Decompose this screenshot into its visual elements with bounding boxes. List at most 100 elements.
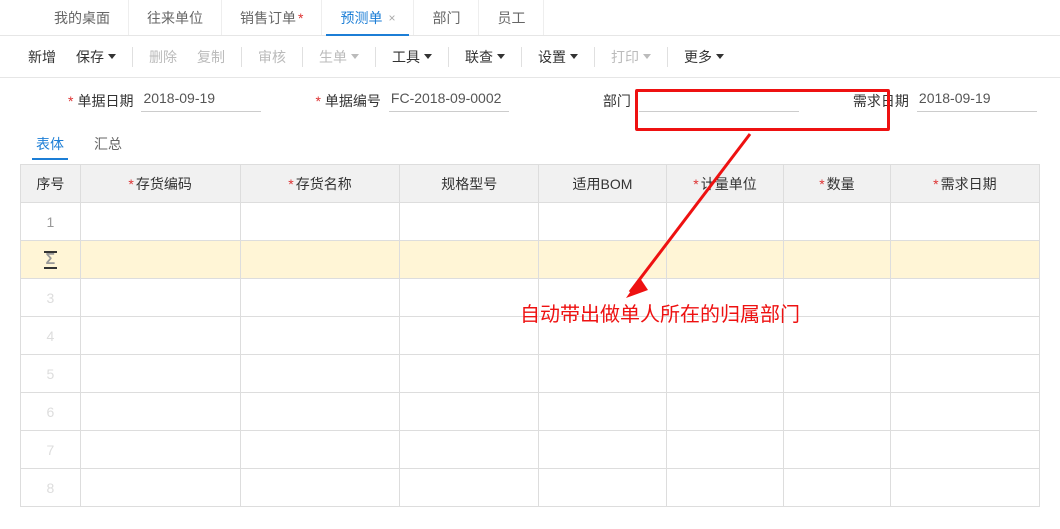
table-cell[interactable] (400, 355, 539, 393)
table-cell[interactable]: Σ (21, 241, 81, 279)
table-row[interactable]: 6 (21, 393, 1040, 431)
column-header[interactable]: 适用BOM (539, 165, 667, 203)
tab-3[interactable]: 预测单× (322, 0, 414, 35)
table-cell[interactable] (240, 469, 400, 507)
field-require-date[interactable]: 需求日期 2018-09-19 (853, 90, 1037, 112)
table-row[interactable]: 7 (21, 431, 1040, 469)
table-cell[interactable]: 3 (21, 279, 81, 317)
table-cell[interactable] (784, 203, 891, 241)
field-bill-code[interactable]: * 单据编号 FC-2018-09-0002 (315, 90, 508, 112)
table-row[interactable]: 8 (21, 469, 1040, 507)
table-cell[interactable] (890, 279, 1039, 317)
table-cell[interactable] (784, 355, 891, 393)
column-header[interactable]: *存货名称 (240, 165, 400, 203)
column-label: 存货名称 (296, 176, 352, 192)
table-cell[interactable] (400, 393, 539, 431)
table-cell[interactable] (240, 393, 400, 431)
table-cell[interactable] (890, 317, 1039, 355)
table-cell[interactable] (890, 393, 1039, 431)
table-cell[interactable] (666, 469, 783, 507)
table-cell[interactable] (890, 203, 1039, 241)
table-cell[interactable] (240, 279, 400, 317)
table-cell[interactable] (400, 241, 539, 279)
tab-0[interactable]: 我的桌面 (36, 0, 129, 35)
table-cell[interactable] (240, 317, 400, 355)
table-cell[interactable]: 6 (21, 393, 81, 431)
table-cell[interactable]: 4 (21, 317, 81, 355)
table-cell[interactable] (890, 469, 1039, 507)
table-cell[interactable] (240, 203, 400, 241)
table-cell[interactable] (240, 355, 400, 393)
subtab-0[interactable]: 表体 (36, 124, 64, 164)
tab-4[interactable]: 部门 (414, 0, 479, 35)
tab-2[interactable]: 销售订单* (222, 0, 322, 35)
tab-5[interactable]: 员工 (479, 0, 544, 35)
table-cell[interactable]: 7 (21, 431, 81, 469)
toolbar-新增[interactable]: 新增 (18, 36, 66, 77)
toolbar-设置[interactable]: 设置 (528, 36, 588, 77)
table-cell[interactable] (784, 241, 891, 279)
table-cell[interactable] (80, 469, 240, 507)
field-bill-date[interactable]: * 单据日期 2018-09-19 (68, 90, 261, 112)
table-cell[interactable] (539, 203, 667, 241)
table-cell[interactable] (400, 203, 539, 241)
column-header[interactable]: *需求日期 (890, 165, 1039, 203)
table-cell[interactable] (400, 279, 539, 317)
table-cell[interactable] (240, 431, 400, 469)
table-cell[interactable] (539, 469, 667, 507)
table-cell[interactable] (890, 431, 1039, 469)
table-cell[interactable] (784, 393, 891, 431)
table-cell[interactable] (784, 469, 891, 507)
field-value[interactable]: 2018-09-19 (917, 90, 1037, 112)
toolbar-label: 复制 (197, 47, 225, 67)
table-cell[interactable] (784, 431, 891, 469)
field-value[interactable]: FC-2018-09-0002 (389, 90, 509, 112)
column-header[interactable]: *计量单位 (666, 165, 783, 203)
table-cell[interactable] (890, 355, 1039, 393)
table-cell[interactable] (666, 393, 783, 431)
table-cell[interactable] (240, 241, 400, 279)
column-header[interactable]: *数量 (784, 165, 891, 203)
subtab-1[interactable]: 汇总 (94, 124, 122, 164)
column-header[interactable]: 序号 (21, 165, 81, 203)
field-department[interactable]: 部门 (603, 90, 799, 112)
table-cell[interactable]: 8 (21, 469, 81, 507)
table-cell[interactable] (890, 241, 1039, 279)
close-icon[interactable]: × (388, 11, 395, 25)
table-cell[interactable]: 1 (21, 203, 81, 241)
table-cell[interactable] (80, 203, 240, 241)
table-cell[interactable] (80, 279, 240, 317)
toolbar-工具[interactable]: 工具 (382, 36, 442, 77)
chevron-down-icon (108, 54, 116, 59)
field-value[interactable] (639, 90, 799, 112)
toolbar-保存[interactable]: 保存 (66, 36, 126, 77)
detail-grid[interactable]: 序号*存货编码*存货名称规格型号适用BOM*计量单位*数量*需求日期 1Σ345… (20, 164, 1040, 507)
tab-1[interactable]: 往来单位 (129, 0, 222, 35)
column-header[interactable]: 规格型号 (400, 165, 539, 203)
table-cell[interactable] (539, 393, 667, 431)
table-row[interactable]: 5 (21, 355, 1040, 393)
toolbar-separator (448, 47, 449, 67)
table-cell[interactable] (80, 431, 240, 469)
table-cell[interactable] (666, 203, 783, 241)
toolbar-更多[interactable]: 更多 (674, 36, 734, 77)
table-cell[interactable] (400, 469, 539, 507)
table-cell[interactable] (539, 431, 667, 469)
table-cell[interactable] (400, 317, 539, 355)
table-cell[interactable] (539, 355, 667, 393)
toolbar-联查[interactable]: 联查 (455, 36, 515, 77)
table-cell[interactable] (400, 431, 539, 469)
table-cell[interactable] (80, 317, 240, 355)
table-cell[interactable] (80, 393, 240, 431)
table-cell[interactable] (666, 241, 783, 279)
table-cell[interactable]: 5 (21, 355, 81, 393)
table-cell[interactable] (80, 241, 240, 279)
column-header[interactable]: *存货编码 (80, 165, 240, 203)
table-row[interactable]: 1 (21, 203, 1040, 241)
table-cell[interactable] (539, 241, 667, 279)
table-cell[interactable] (80, 355, 240, 393)
table-cell[interactable] (666, 431, 783, 469)
field-value[interactable]: 2018-09-19 (141, 90, 261, 112)
table-cell[interactable] (666, 355, 783, 393)
table-row[interactable]: Σ (21, 241, 1040, 279)
